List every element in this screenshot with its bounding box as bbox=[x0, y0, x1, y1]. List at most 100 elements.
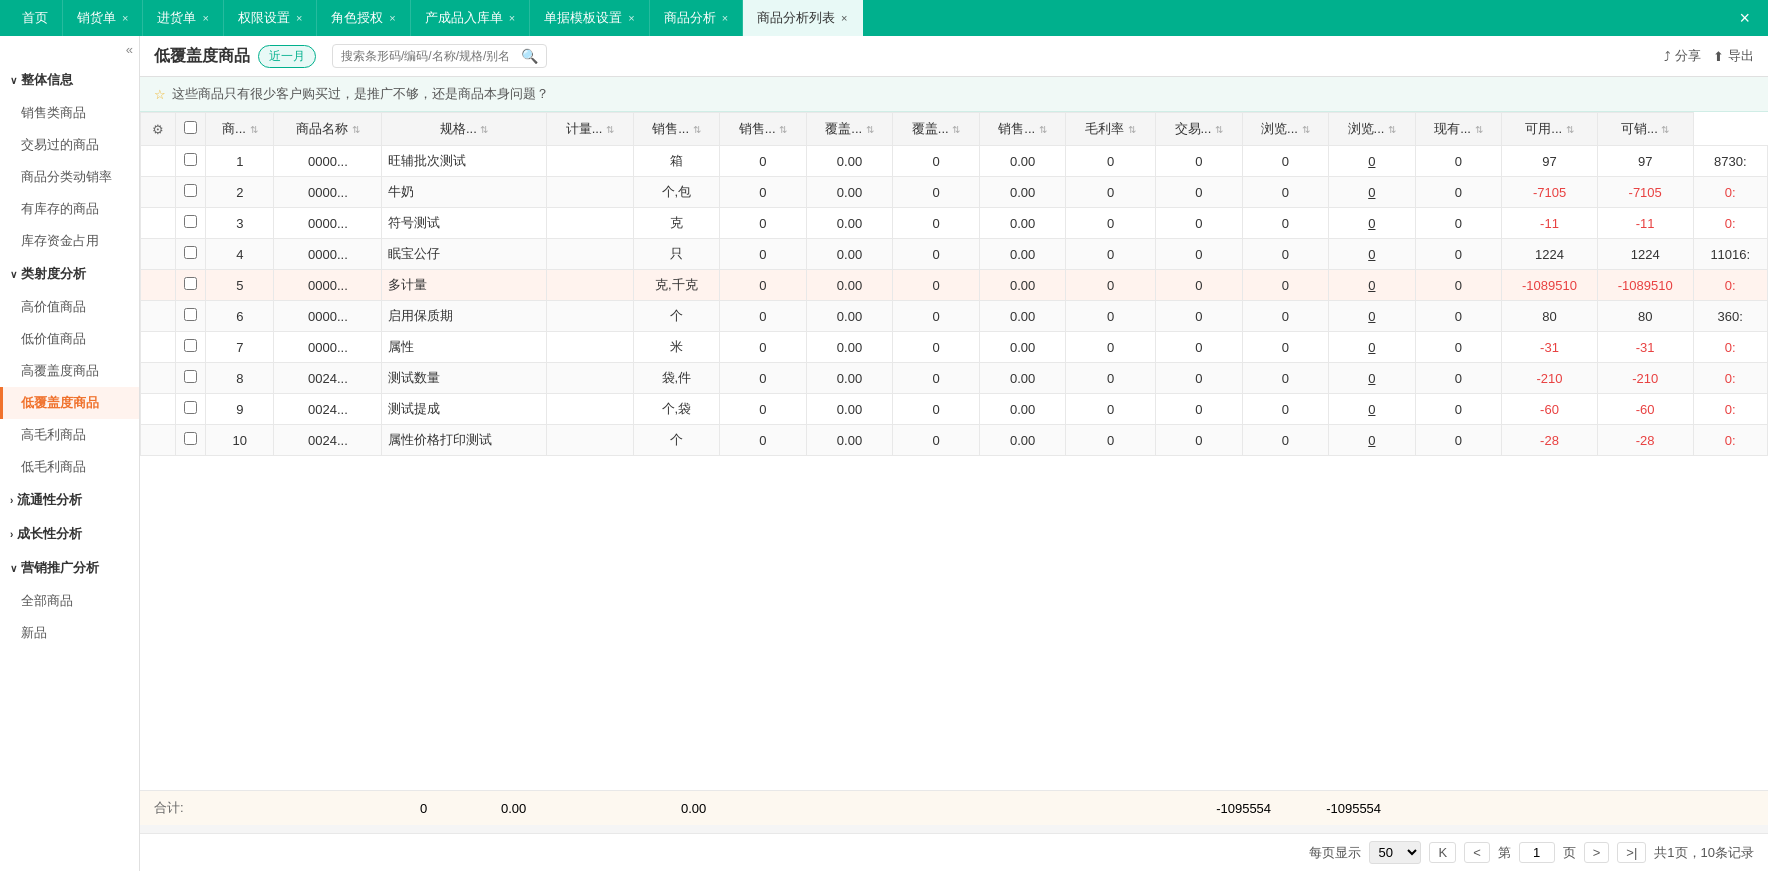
sort-icon[interactable]: ⇅ bbox=[1661, 124, 1669, 135]
page-number-input[interactable] bbox=[1519, 842, 1555, 863]
per-page-label: 每页显示 bbox=[1309, 844, 1361, 862]
filter-period-button[interactable]: 近一月 bbox=[258, 45, 316, 68]
sidebar-item-all-goods[interactable]: 全部商品 bbox=[0, 585, 139, 617]
total-sales-amt: 0.00 bbox=[474, 801, 554, 816]
sort-icon[interactable]: ⇅ bbox=[1215, 124, 1223, 135]
close-icon[interactable]: × bbox=[389, 12, 395, 24]
sales2-column-header: 销售... ⇅ bbox=[979, 113, 1066, 146]
sidebar-section-marketing[interactable]: ∨ 营销推广分析 bbox=[0, 551, 139, 585]
sort-icon[interactable]: ⇅ bbox=[1302, 124, 1310, 135]
close-icon[interactable]: × bbox=[296, 12, 302, 24]
search-icon[interactable]: 🔍 bbox=[521, 48, 538, 64]
cov1-column-header: 覆盖... ⇅ bbox=[806, 113, 893, 146]
sort-icon[interactable]: ⇅ bbox=[1566, 124, 1574, 135]
sidebar-item-inventory-capital[interactable]: 库存资金占用 bbox=[0, 225, 139, 257]
table-row: 50000...多计量克,千克00.0000.0000000-1089510-1… bbox=[141, 270, 1768, 301]
first-page-button[interactable]: K bbox=[1429, 842, 1456, 863]
sidebar-section-overall[interactable]: ∨ 整体信息 bbox=[0, 63, 139, 97]
sort-icon[interactable]: ⇅ bbox=[1475, 124, 1483, 135]
sidebar-item-new-goods[interactable]: 新品 bbox=[0, 617, 139, 649]
sort-icon[interactable]: ⇅ bbox=[1128, 124, 1136, 135]
sidebar-section-coverage[interactable]: ∨ 类射度分析 bbox=[0, 257, 139, 291]
footer-total-bar: 合计: 0 0.00 0.00 -1095554 -1095554 bbox=[140, 790, 1768, 825]
sidebar-item-high-coverage[interactable]: 高覆盖度商品 bbox=[0, 355, 139, 387]
sidebar-item-low-margin[interactable]: 低毛利商品 bbox=[0, 451, 139, 483]
page-unit: 页 bbox=[1563, 844, 1576, 862]
sort-icon[interactable]: ⇅ bbox=[480, 124, 488, 135]
sidebar-section-growth[interactable]: › 成长性分析 bbox=[0, 517, 139, 551]
sort-icon[interactable]: ⇅ bbox=[250, 124, 258, 135]
prev-page-button[interactable]: < bbox=[1464, 842, 1490, 863]
sort-icon[interactable]: ⇅ bbox=[352, 124, 360, 135]
close-icon[interactable]: × bbox=[841, 12, 847, 24]
sidebar-item-low-value[interactable]: 低价值商品 bbox=[0, 323, 139, 355]
table-row: 60000...启用保质期个00.0000.00000008080360: bbox=[141, 301, 1768, 332]
search-input[interactable] bbox=[341, 49, 521, 63]
sidebar-item-high-value[interactable]: 高价值商品 bbox=[0, 291, 139, 323]
nav-role-auth[interactable]: 角色授权 × bbox=[317, 0, 410, 36]
table-row: 20000...牛奶个,包00.0000.0000000-7105-71050: bbox=[141, 177, 1768, 208]
nav-home[interactable]: 首页 bbox=[8, 0, 63, 36]
nav-product-analysis[interactable]: 商品分析 × bbox=[650, 0, 743, 36]
sort-icon[interactable]: ⇅ bbox=[693, 124, 701, 135]
sidebar-item-stocked-goods[interactable]: 有库存的商品 bbox=[0, 193, 139, 225]
total-label: 合计: bbox=[154, 799, 184, 817]
main-area: « ∨ 整体信息 销售类商品 交易过的商品 商品分类动销率 有库存的商品 库存资… bbox=[0, 36, 1768, 871]
sales-amt-column-header: 销售... ⇅ bbox=[720, 113, 807, 146]
select-all-checkbox[interactable] bbox=[184, 121, 197, 134]
search-box: 🔍 bbox=[332, 44, 547, 68]
export-icon: ⬆ bbox=[1713, 49, 1724, 64]
total-info: 共1页，10条记录 bbox=[1654, 844, 1754, 862]
next-page-button[interactable]: > bbox=[1584, 842, 1610, 863]
settings-column-header[interactable]: ⚙ bbox=[141, 113, 176, 146]
share-icon: ⤴ bbox=[1664, 49, 1671, 64]
data-table: ⚙ 商... ⇅ 商品名称 ⇅ 规格... ⇅ 计量... ⇅ 销售... ⇅ … bbox=[140, 112, 1768, 456]
sort-icon[interactable]: ⇅ bbox=[952, 124, 960, 135]
content-area: 低覆盖度商品 近一月 🔍 ⤴ 分享 ⬆ 导出 ☆ 这些商品只有很少客户购买过，是… bbox=[140, 36, 1768, 871]
sort-icon[interactable]: ⇅ bbox=[866, 124, 874, 135]
sort-icon[interactable]: ⇅ bbox=[779, 124, 787, 135]
sidebar-item-high-margin[interactable]: 高毛利商品 bbox=[0, 419, 139, 451]
nav-template-settings[interactable]: 单据模板设置 × bbox=[530, 0, 649, 36]
sidebar-section-circulation[interactable]: › 流通性分析 bbox=[0, 483, 139, 517]
sort-icon[interactable]: ⇅ bbox=[1388, 124, 1396, 135]
pagination-bar: 每页显示 50 10 20 100 K < 第 页 > >| 共1页，10条记录 bbox=[140, 833, 1768, 871]
total-current-stock: -1095554 bbox=[1194, 801, 1294, 816]
chevron-right-icon: › bbox=[10, 495, 13, 506]
table-header-row: ⚙ 商... ⇅ 商品名称 ⇅ 规格... ⇅ 计量... ⇅ 销售... ⇅ … bbox=[141, 113, 1768, 146]
table-row: 10000...旺辅批次测试箱00.0000.000000097978730: bbox=[141, 146, 1768, 177]
share-button[interactable]: ⤴ 分享 bbox=[1664, 47, 1701, 65]
sidebar-item-category-rate[interactable]: 商品分类动销率 bbox=[0, 161, 139, 193]
nav-product-analysis-list[interactable]: 商品分析列表 × bbox=[743, 0, 862, 36]
total-sales-qty: 0 bbox=[384, 801, 464, 816]
last-page-button[interactable]: >| bbox=[1617, 842, 1646, 863]
page-title: 低覆盖度商品 bbox=[154, 46, 250, 67]
horizontal-scrollbar[interactable] bbox=[140, 825, 1768, 833]
sidebar-collapse-button[interactable]: « bbox=[0, 36, 139, 63]
close-icon[interactable]: × bbox=[722, 12, 728, 24]
sort-icon[interactable]: ⇅ bbox=[606, 124, 614, 135]
top-navigation: 首页 销货单 × 进货单 × 权限设置 × 角色授权 × 产成品入库单 × 单据… bbox=[0, 0, 1768, 36]
sort-icon[interactable]: ⇅ bbox=[1039, 124, 1047, 135]
nav-purchase-order[interactable]: 进货单 × bbox=[143, 0, 223, 36]
close-icon[interactable]: × bbox=[509, 12, 515, 24]
sidebar-item-sales-goods[interactable]: 销售类商品 bbox=[0, 97, 139, 129]
checkbox-column-header[interactable] bbox=[176, 113, 206, 146]
per-page-select[interactable]: 50 10 20 100 bbox=[1369, 841, 1421, 864]
settings-icon[interactable]: ⚙ bbox=[152, 122, 164, 137]
nav-sales-order[interactable]: 销货单 × bbox=[63, 0, 143, 36]
chevron-right-icon: › bbox=[10, 529, 13, 540]
browse1-column-header: 浏览... ⇅ bbox=[1242, 113, 1329, 146]
nav-product-inbound[interactable]: 产成品入库单 × bbox=[411, 0, 530, 36]
close-icon[interactable]: × bbox=[122, 12, 128, 24]
export-button[interactable]: ⬆ 导出 bbox=[1713, 47, 1754, 65]
close-icon[interactable]: × bbox=[628, 12, 634, 24]
window-close-button[interactable]: × bbox=[1729, 8, 1760, 29]
available-column-header: 可用... ⇅ bbox=[1502, 113, 1598, 146]
close-icon[interactable]: × bbox=[202, 12, 208, 24]
table-row: 70000...属性米00.0000.0000000-31-310: bbox=[141, 332, 1768, 363]
chevron-down-icon: ∨ bbox=[10, 563, 17, 574]
sidebar-item-traded-goods[interactable]: 交易过的商品 bbox=[0, 129, 139, 161]
sidebar-item-low-coverage[interactable]: 低覆盖度商品 bbox=[0, 387, 139, 419]
nav-permissions[interactable]: 权限设置 × bbox=[224, 0, 317, 36]
